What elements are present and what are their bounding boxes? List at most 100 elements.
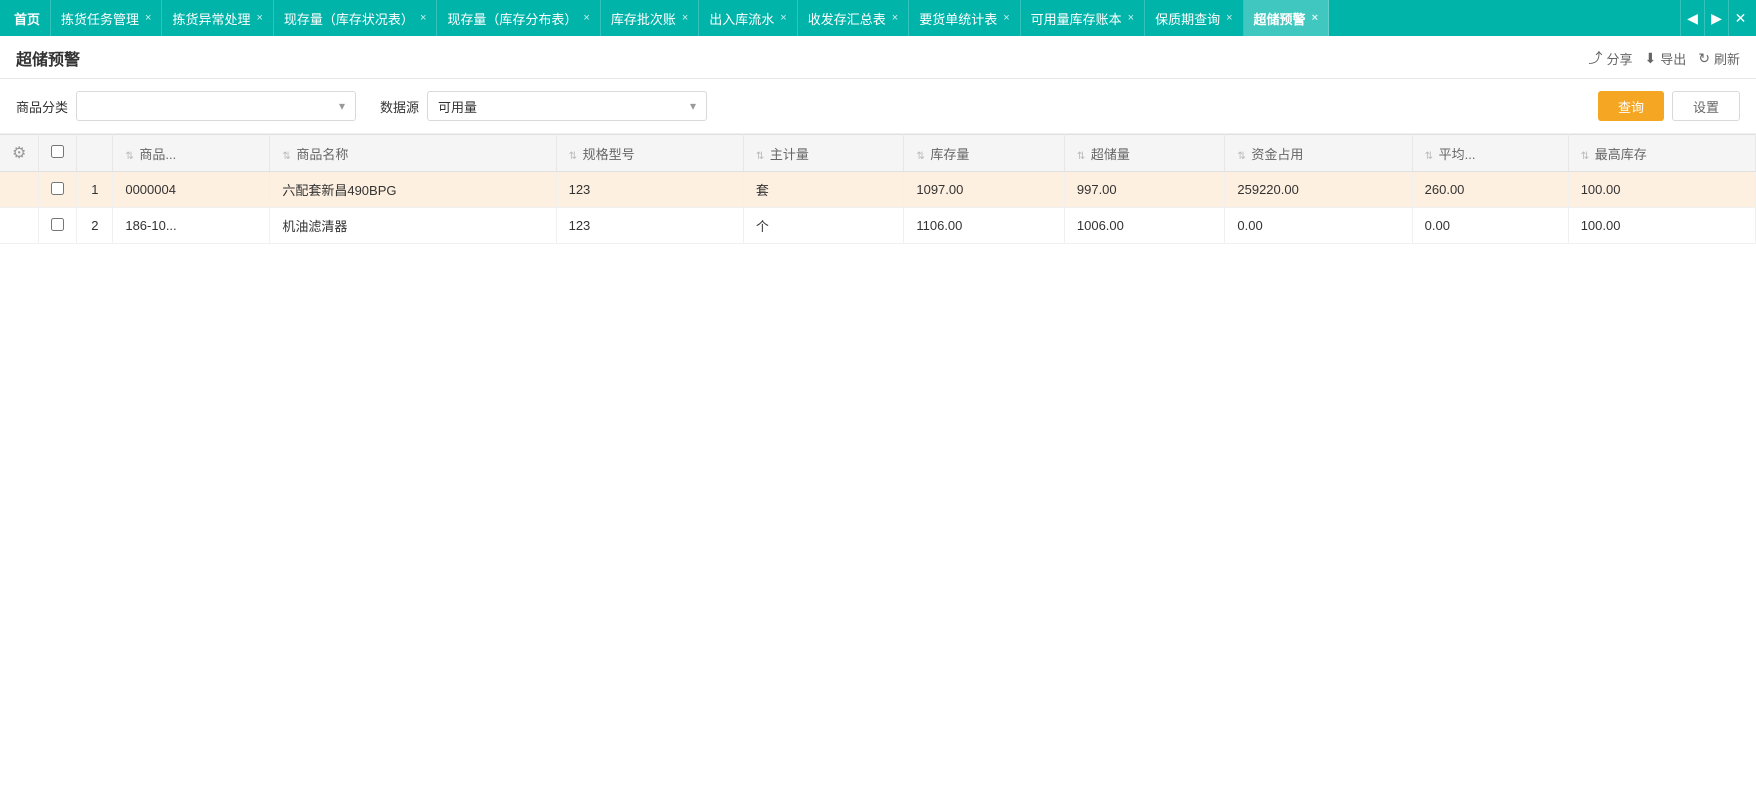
datasource-filter: 数据源 可用量 ▾: [380, 91, 707, 121]
sort-icon-overstock: ⇅: [1077, 151, 1085, 162]
nav-tab-overstock[interactable]: 超储预警 ×: [1244, 0, 1329, 36]
th-product-name[interactable]: ⇅ 商品名称: [270, 135, 556, 172]
nav-arrows: ◀ ▶ ✕: [1680, 0, 1752, 36]
filter-area: 商品分类 ▾ 数据源 可用量 ▾ 查询 设置: [0, 79, 1756, 134]
td-overstock-1: 1006.00: [1064, 208, 1225, 244]
row-checkbox-0[interactable]: [51, 182, 64, 195]
td-avg-1: 0.00: [1412, 208, 1568, 244]
th-overstock[interactable]: ⇅ 超储量: [1064, 135, 1225, 172]
sort-icon-avg: ⇅: [1425, 151, 1433, 162]
th-rownum: [77, 135, 113, 172]
td-capital-1: 0.00: [1225, 208, 1412, 244]
th-product-code[interactable]: ⇅ 商品...: [113, 135, 270, 172]
table-header-row: ⚙ ⇅ 商品... ⇅ 商品名称 ⇅ 规格型号: [0, 135, 1756, 172]
td-rownum-0: 1: [77, 172, 113, 208]
close-tab-batch[interactable]: ×: [682, 12, 688, 24]
header-actions: ⤴ 分享 ⬇ 导出 ↻ 刷新: [1588, 48, 1740, 68]
close-tab-task-mgmt[interactable]: ×: [145, 12, 151, 24]
td-checkbox-0[interactable]: [39, 172, 77, 208]
close-tab-exception[interactable]: ×: [256, 12, 262, 24]
nav-tab-home[interactable]: 首页: [4, 0, 51, 36]
datasource-label: 数据源: [380, 97, 419, 116]
td-avg-0: 260.00: [1412, 172, 1568, 208]
nav-tab-stock-dist[interactable]: 现存量（库存分布表） ×: [437, 0, 600, 36]
page-header: 超储预警 ⤴ 分享 ⬇ 导出 ↻ 刷新: [0, 36, 1756, 79]
page-title: 超储预警: [16, 46, 80, 70]
close-tab-expiry[interactable]: ×: [1226, 12, 1232, 24]
nav-prev-arrow[interactable]: ◀: [1680, 0, 1704, 36]
nav-tab-batch[interactable]: 库存批次账 ×: [601, 0, 699, 36]
td-checkbox-1[interactable]: [39, 208, 77, 244]
sort-icon-product-name: ⇅: [282, 151, 290, 162]
td-spec-0: 123: [556, 172, 743, 208]
sort-icon-capital: ⇅: [1237, 151, 1245, 162]
td-product-code-1: 186-10...: [113, 208, 270, 244]
sort-icon-max-stock: ⇅: [1581, 151, 1589, 162]
nav-close-arrow[interactable]: ✕: [1728, 0, 1752, 36]
query-button[interactable]: 查询: [1598, 91, 1664, 121]
th-spec[interactable]: ⇅ 规格型号: [556, 135, 743, 172]
td-gear-0: [0, 172, 39, 208]
datasource-chevron-icon: ▾: [690, 99, 696, 113]
share-icon: ⤴: [1588, 48, 1602, 68]
sort-icon-unit: ⇅: [756, 151, 764, 162]
gear-icon[interactable]: ⚙: [12, 145, 26, 162]
td-spec-1: 123: [556, 208, 743, 244]
nav-tab-task-mgmt[interactable]: 拣货任务管理 ×: [51, 0, 162, 36]
nav-tab-inout-flow[interactable]: 出入库流水 ×: [699, 0, 797, 36]
nav-tab-stock-status[interactable]: 现存量（库存状况表） ×: [274, 0, 437, 36]
nav-tab-order-stats[interactable]: 要货单统计表 ×: [909, 0, 1020, 36]
table-row: 2 186-10... 机油滤清器 123 个 1106.00 1006.00 …: [0, 208, 1756, 244]
td-capital-0: 259220.00: [1225, 172, 1412, 208]
category-chevron-icon: ▾: [339, 99, 345, 113]
datasource-select[interactable]: 可用量 ▾: [427, 91, 707, 121]
datasource-select-text: 可用量: [438, 97, 690, 116]
export-icon: ⬇: [1645, 50, 1657, 67]
th-capital[interactable]: ⇅ 资金占用: [1225, 135, 1412, 172]
th-unit[interactable]: ⇅ 主计量: [743, 135, 904, 172]
close-tab-stock-dist[interactable]: ×: [583, 12, 589, 24]
refresh-icon: ↻: [1698, 50, 1710, 67]
export-button[interactable]: ⬇ 导出: [1645, 49, 1687, 68]
share-button[interactable]: ⤴ 分享: [1588, 48, 1632, 68]
td-overstock-0: 997.00: [1064, 172, 1225, 208]
td-unit-1: 个: [743, 208, 904, 244]
td-max-stock-1: 100.00: [1568, 208, 1755, 244]
close-tab-inout-flow[interactable]: ×: [780, 12, 786, 24]
top-navigation: 首页 拣货任务管理 × 拣货异常处理 × 现存量（库存状况表） × 现存量（库存…: [0, 0, 1756, 36]
th-max-stock[interactable]: ⇅ 最高库存: [1568, 135, 1755, 172]
close-tab-summary[interactable]: ×: [892, 12, 898, 24]
nav-tab-expiry[interactable]: 保质期查询 ×: [1145, 0, 1243, 36]
td-max-stock-0: 100.00: [1568, 172, 1755, 208]
refresh-button[interactable]: ↻ 刷新: [1698, 49, 1740, 68]
nav-tab-available[interactable]: 可用量库存账本 ×: [1021, 0, 1145, 36]
nav-tab-summary[interactable]: 收发存汇总表 ×: [798, 0, 909, 36]
category-label: 商品分类: [16, 97, 68, 116]
close-tab-order-stats[interactable]: ×: [1003, 12, 1009, 24]
sort-icon-product-code: ⇅: [125, 151, 133, 162]
th-avg[interactable]: ⇅ 平均...: [1412, 135, 1568, 172]
td-stock-0: 1097.00: [904, 172, 1065, 208]
sort-icon-spec: ⇅: [569, 151, 577, 162]
filter-buttons: 查询 设置: [1598, 91, 1740, 121]
row-checkbox-1[interactable]: [51, 218, 64, 231]
close-tab-stock-status[interactable]: ×: [420, 12, 426, 24]
close-tab-available[interactable]: ×: [1128, 12, 1134, 24]
th-settings[interactable]: ⚙: [0, 135, 39, 172]
td-product-name-0: 六配套新昌490BPG: [270, 172, 556, 208]
td-product-code-0: 0000004: [113, 172, 270, 208]
td-unit-0: 套: [743, 172, 904, 208]
th-stock[interactable]: ⇅ 库存量: [904, 135, 1065, 172]
td-gear-1: [0, 208, 39, 244]
category-select[interactable]: ▾: [76, 91, 356, 121]
nav-next-arrow[interactable]: ▶: [1704, 0, 1728, 36]
th-checkbox[interactable]: [39, 135, 77, 172]
category-filter: 商品分类 ▾: [16, 91, 356, 121]
data-table: ⚙ ⇅ 商品... ⇅ 商品名称 ⇅ 规格型号: [0, 134, 1756, 244]
settings-button[interactable]: 设置: [1672, 91, 1740, 121]
nav-tab-exception[interactable]: 拣货异常处理 ×: [162, 0, 273, 36]
select-all-checkbox[interactable]: [51, 145, 64, 158]
close-tab-overstock[interactable]: ×: [1312, 12, 1318, 24]
table-row: 1 0000004 六配套新昌490BPG 123 套 1097.00 997.…: [0, 172, 1756, 208]
td-stock-1: 1106.00: [904, 208, 1065, 244]
